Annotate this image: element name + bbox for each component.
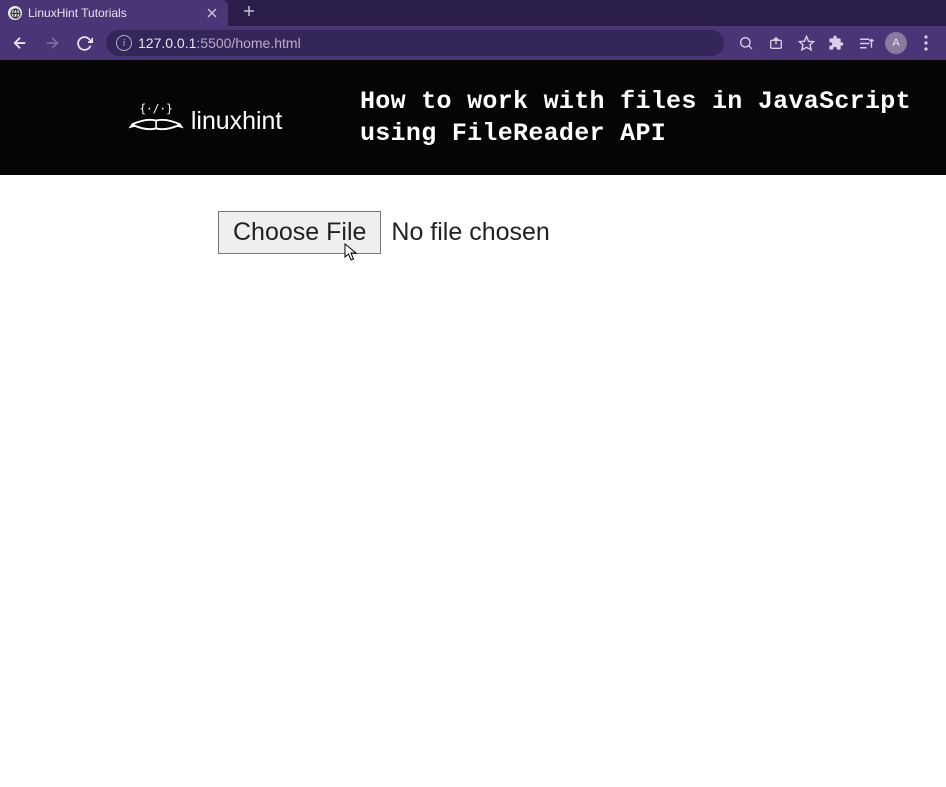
profile-avatar[interactable]: A [882,29,910,57]
menu-icon[interactable] [912,29,940,57]
close-tab-icon[interactable] [204,6,220,21]
reading-list-icon[interactable] [852,29,880,57]
file-status-text: No file chosen [391,218,549,247]
svg-text:linuxhint: linuxhint [191,107,283,135]
extensions-icon[interactable] [822,29,850,57]
site-info-icon[interactable]: i [116,35,132,51]
reload-button[interactable] [70,29,98,57]
choose-file-button[interactable]: Choose File [218,211,381,254]
logo: {·/·} linuxhint [120,93,330,142]
page-header: {·/·} linuxhint How to work with files i… [0,60,946,175]
globe-icon [8,6,22,20]
zoom-icon[interactable] [732,29,760,57]
address-bar: i 127.0.0.1:5500/home.html [0,26,946,60]
browser-tab[interactable]: LinuxHint Tutorials [0,0,228,26]
tab-title: LinuxHint Tutorials [28,6,198,20]
toolbar-icons: A [732,29,940,57]
tab-bar: LinuxHint Tutorials [0,0,946,26]
linuxhint-logo-icon: {·/·} linuxhint [120,93,330,142]
avatar-letter: A [885,32,907,54]
page-title: How to work with files in JavaScript usi… [360,86,926,149]
share-icon[interactable] [762,29,790,57]
new-tab-button[interactable] [234,4,264,22]
forward-button[interactable] [38,29,66,57]
file-input: Choose File No file chosen [218,211,926,254]
bookmark-icon[interactable] [792,29,820,57]
back-button[interactable] [6,29,34,57]
page-content: Choose File No file chosen [0,175,946,274]
svg-text:{·/·}: {·/·} [139,103,173,116]
url-text: 127.0.0.1:5500/home.html [138,35,301,51]
url-bar[interactable]: i 127.0.0.1:5500/home.html [106,30,724,56]
